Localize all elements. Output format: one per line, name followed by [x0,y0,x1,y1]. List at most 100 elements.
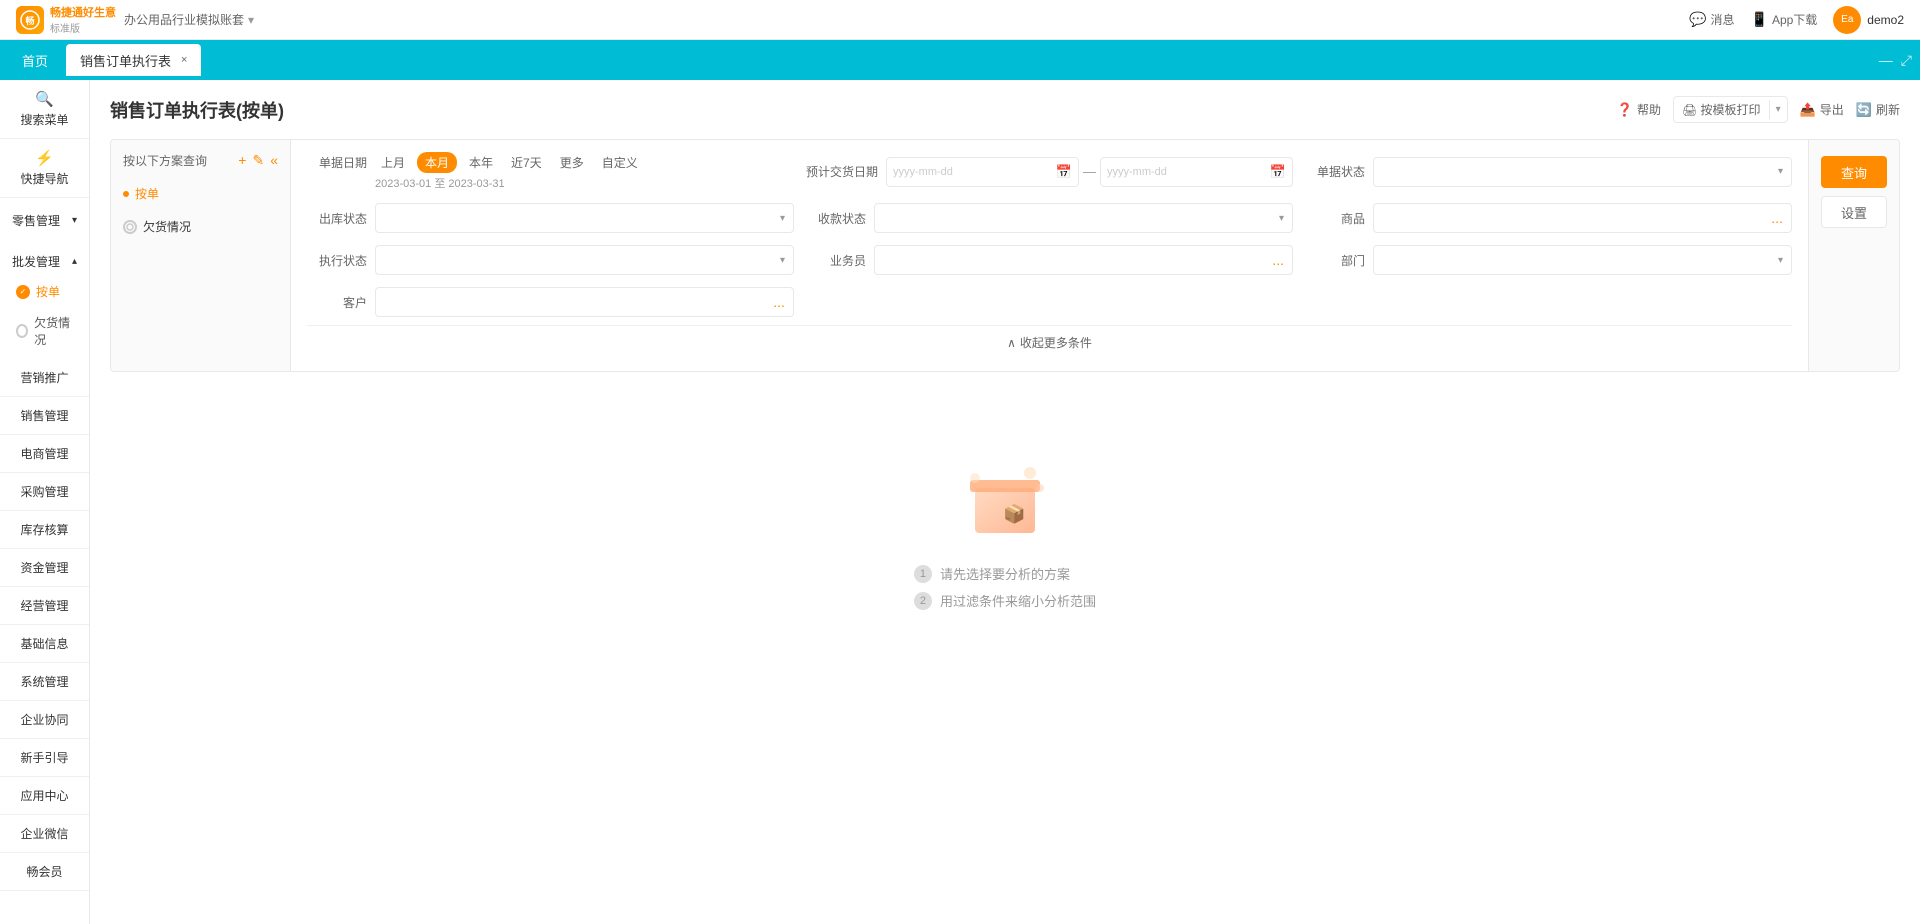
sidebar-item-quicknav[interactable]: ⚡ 快捷导航 [0,139,89,197]
order-status-field: 单据状态 ▾ [1305,157,1792,187]
filter-sidebar: 按以下方案查询 + ✎ « 按单 [111,140,291,371]
sidebar-item-wholesale[interactable]: 批发管理 ▴ [4,247,85,276]
sidebar-item-system[interactable]: 系统管理 [0,663,89,700]
exec-status-select[interactable]: ▾ [375,245,794,275]
delivery-end-date-input[interactable]: yyyy-mm-dd 📅 [1100,157,1293,187]
page-content: 销售订单执行表(按单) ❓ 帮助 🖨 按模板打印 ▾ 📤 [90,80,1920,924]
breadcrumb: 办公用品行业模拟账套 ▾ [124,11,254,28]
print-dropdown-arrow-icon[interactable]: ▾ [1769,100,1787,119]
product-input[interactable]: ... [1373,203,1792,233]
tab-bar: 首页 销售订单执行表 × — ⤢ [0,40,1920,80]
filter-edit-icon[interactable]: ✎ [252,152,264,169]
payment-status-select[interactable]: ▾ [874,203,1293,233]
delivery-status-dropdown-icon: ▾ [780,213,785,224]
sidebar-sub-order[interactable]: ✓ 按单 [4,276,85,307]
print-button[interactable]: 🖨 按模板打印 [1674,97,1769,122]
sidebar-item-marketing[interactable]: 营销推广 [0,359,89,396]
svg-text:📦: 📦 [1003,503,1025,524]
tab-home[interactable]: 首页 [8,44,62,76]
sidebar-system-section: 系统管理 [0,663,89,701]
date-range-separator: — [1083,164,1096,179]
sidebar-item-retail[interactable]: 零售管理 ▾ [4,206,85,235]
payment-status-field: 收款状态 ▾ [806,203,1293,233]
quick-date-custom[interactable]: 自定义 [596,152,644,173]
order-status-label: 单据状态 [1305,163,1365,180]
salesperson-input[interactable]: ... [874,245,1293,275]
empty-tip-2: 2 用过滤条件来缩小分析范围 [914,591,1096,610]
collapse-button[interactable]: ∧ 收起更多条件 [1007,334,1092,351]
user-area[interactable]: Ea demo2 [1833,6,1904,34]
customer-dots-icon[interactable]: ... [773,294,785,310]
breadcrumb-dropdown-icon[interactable]: ▾ [248,13,254,27]
tab-close-icon[interactable]: × [181,54,187,66]
order-dot-icon: ✓ [16,285,30,299]
sidebar-item-wechat[interactable]: 企业微信 [0,815,89,852]
refresh-button[interactable]: 🔄 刷新 [1856,101,1900,118]
expected-delivery-field: 预计交货日期 yyyy-mm-dd 📅 — yyyy-mm-dd 📅 [806,157,1293,187]
filter-add-icon[interactable]: + [238,152,246,169]
order-date-label: 单据日期 [307,154,367,171]
print-dropdown[interactable]: 🖨 按模板打印 ▾ [1673,96,1788,123]
page-header: 销售订单执行表(按单) ❓ 帮助 🖨 按模板打印 ▾ 📤 [110,96,1900,123]
sidebar-item-search[interactable]: 🔍 搜索菜单 [0,80,89,138]
empty-tips: 1 请先选择要分析的方案 2 用过滤条件来缩小分析范围 [914,564,1096,610]
salesperson-label: 业务员 [806,252,866,269]
message-button[interactable]: 💬 消息 [1689,11,1734,28]
delivery-start-calendar-icon[interactable]: 📅 [1056,164,1072,180]
plan-order-dot-icon [123,191,129,197]
dept-label: 部门 [1305,252,1365,269]
sidebar-item-appcenter[interactable]: 应用中心 [0,777,89,814]
filter-main: 单据日期 上月 本月 本年 近7天 更多 自定义 [291,140,1808,371]
dept-select[interactable]: ▾ [1373,245,1792,275]
sidebar-item-member[interactable]: 畅会员 [0,853,89,890]
sidebar-sales-section: 销售管理 [0,397,89,435]
sidebar-item-basic[interactable]: 基础信息 [0,625,89,662]
sidebar-item-purchase[interactable]: 采购管理 [0,473,89,510]
sidebar-item-operations[interactable]: 经营管理 [0,587,89,624]
exec-status-dropdown-icon: ▾ [780,255,785,266]
sidebar-item-sales[interactable]: 销售管理 [0,397,89,434]
product-dots-icon[interactable]: ... [1771,210,1783,226]
delivery-start-date-input[interactable]: yyyy-mm-dd 📅 [886,157,1079,187]
filter-row-4: 客户 ... [307,287,1792,317]
quick-date-current-month[interactable]: 本月 [417,152,457,173]
quick-date-last7[interactable]: 近7天 [505,152,548,173]
refresh-icon: 🔄 [1856,102,1872,118]
delivery-end-calendar-icon[interactable]: 📅 [1270,164,1286,180]
filter-sidebar-header: 按以下方案查询 + ✎ « [111,152,290,177]
quick-date-this-year[interactable]: 本年 [463,152,499,173]
logo-icon: 畅 [16,6,44,34]
delivery-status-select[interactable]: ▾ [375,203,794,233]
empty-state: 📦 1 请先选择要分析的方案 2 用过滤条件来缩小分析范围 [110,388,1900,670]
filter-row-2: 出库状态 ▾ 收款状态 ▾ [307,203,1792,233]
page-title: 销售订单执行表(按单) [110,97,284,123]
app-download-button[interactable]: 📱 App下载 [1751,11,1818,28]
tab-sales-order[interactable]: 销售订单执行表 × [66,44,201,76]
filter-plan-shortage[interactable]: 欠货情况 [111,210,290,243]
dept-field: 部门 ▾ [1305,245,1792,275]
sidebar-sub-payment[interactable]: 欠货情况 [4,307,85,355]
search-button[interactable]: 查询 [1821,156,1887,188]
payment-circle-icon [16,324,28,338]
sidebar-member-section: 畅会员 [0,853,89,891]
delivery-status-field: 出库状态 ▾ [307,203,794,233]
tab-maximize-icon[interactable]: ⤢ [1901,52,1912,69]
customer-input[interactable]: ... [375,287,794,317]
filter-plan-order[interactable]: 按单 [111,177,290,210]
order-status-select[interactable]: ▾ [1373,157,1792,187]
sidebar-item-ecommerce[interactable]: 电商管理 [0,435,89,472]
settings-button[interactable]: 设置 [1821,196,1887,228]
sidebar-item-inventory[interactable]: 库存核算 [0,511,89,548]
sidebar-item-enterprise[interactable]: 企业协同 [0,701,89,738]
salesperson-dots-icon[interactable]: ... [1272,252,1284,268]
export-button[interactable]: 📤 导出 [1800,101,1844,118]
sidebar-item-finance[interactable]: 资金管理 [0,549,89,586]
help-button[interactable]: ❓ 帮助 [1617,101,1661,118]
quick-date-more[interactable]: 更多 [554,152,590,173]
quick-date-last-month[interactable]: 上月 [375,152,411,173]
product-label: 商品 [1305,210,1365,227]
tab-minimize-icon[interactable]: — [1879,52,1893,68]
sidebar-appcenter-section: 应用中心 [0,777,89,815]
sidebar-item-newguide[interactable]: 新手引导 [0,739,89,776]
filter-collapse-icon[interactable]: « [270,152,278,169]
